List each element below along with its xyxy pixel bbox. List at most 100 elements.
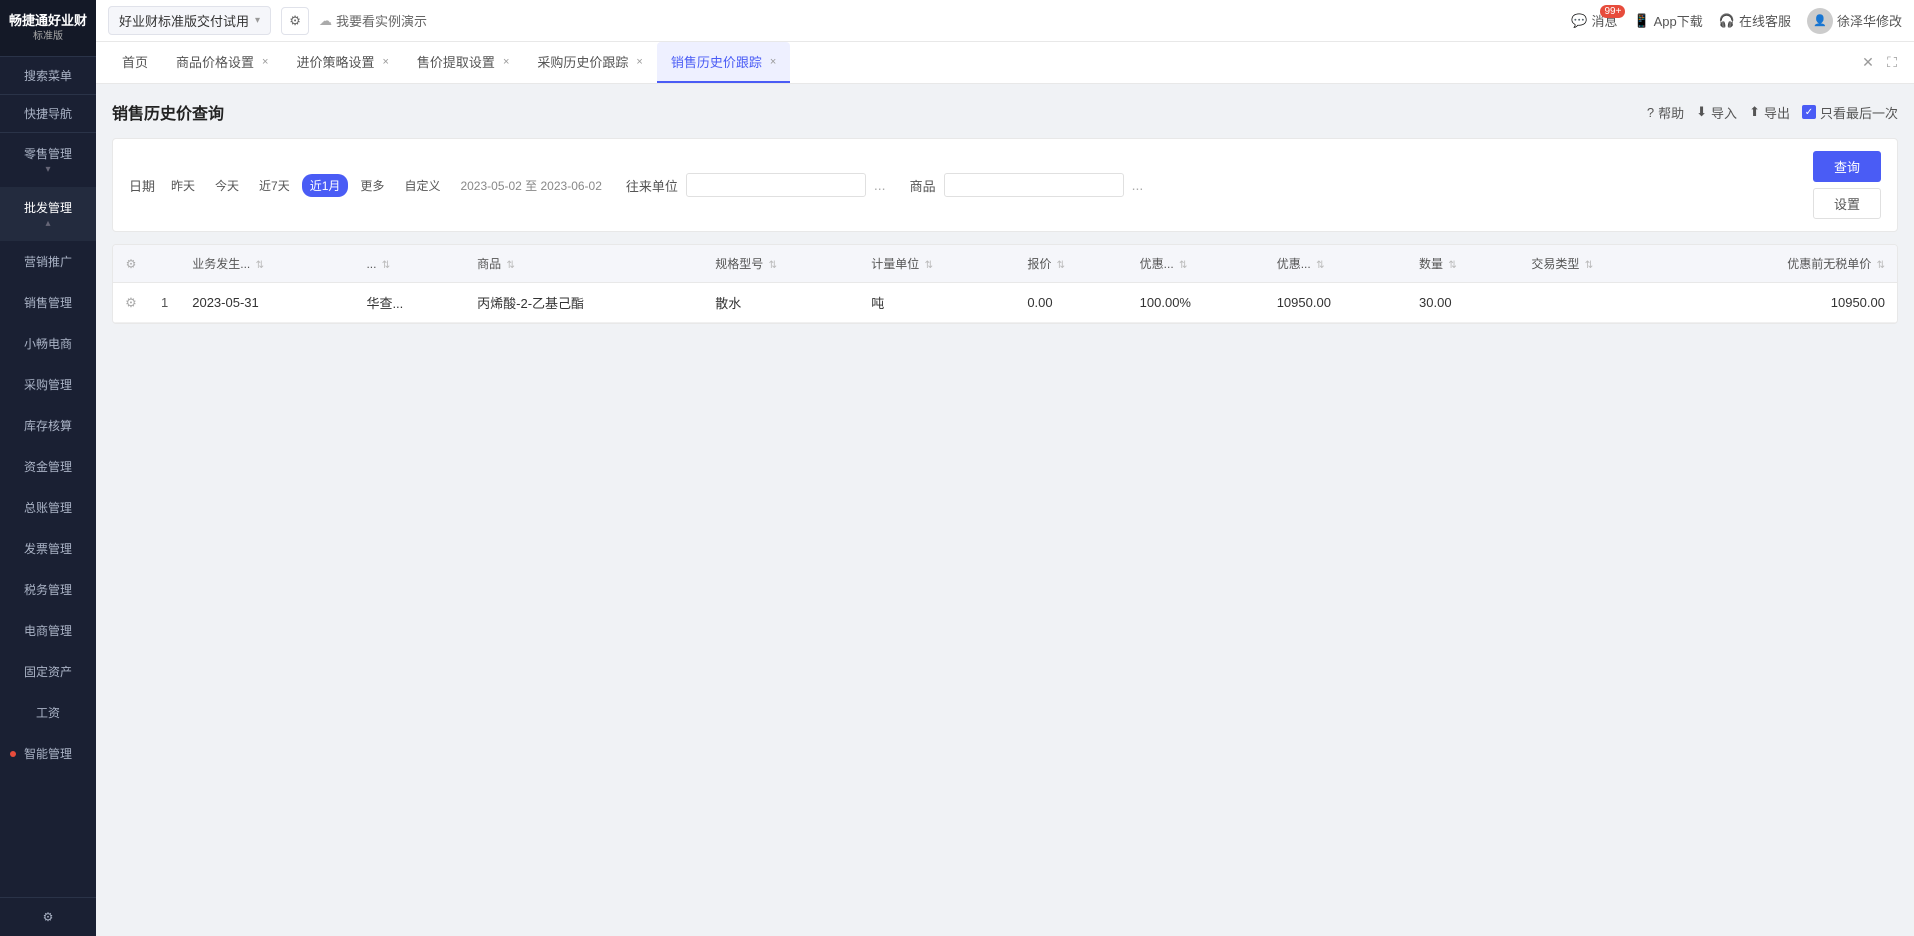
source-input[interactable] [686, 173, 866, 197]
table-header-row: ⚙ 业务发生... ⇅ ... ⇅ 商品 ⇅ [113, 245, 1897, 283]
chevron-down-icon: ▾ [255, 15, 260, 26]
col-biz-date[interactable]: 业务发生... ⇅ [180, 245, 354, 283]
tab-purchase-history-label: 采购历史价跟踪 [537, 52, 628, 71]
col-discount-pct-label: 优惠... [1140, 257, 1174, 271]
col-pretax-price[interactable]: 优惠前无税单价 ⇅ [1675, 245, 1897, 283]
online-service-btn[interactable]: 🎧 在线客服 [1719, 11, 1791, 30]
settings-btn[interactable]: 设置 [1813, 188, 1881, 219]
tab-close-icon[interactable]: × [503, 56, 509, 68]
sidebar-item-label: 采购管理 [24, 376, 72, 393]
row-pretax-price: 10950.00 [1675, 283, 1897, 323]
col-price-label: 报价 [1027, 257, 1051, 271]
tab-sale-price[interactable]: 售价提取设置 × [403, 42, 523, 83]
sidebar-item-sales[interactable]: 销售管理 [0, 282, 96, 323]
sidebar: 畅捷通好业财 标准版 搜索菜单 快捷导航 零售管理 ▾ 批发管理 ▴ 营销推广 … [0, 0, 96, 936]
tab-price[interactable]: 商品价格设置 × [162, 42, 282, 83]
demo-btn[interactable]: ☁ 我要看实例演示 [319, 11, 427, 30]
sort-icon: ⇅ [1877, 260, 1885, 271]
col-tx-type[interactable]: 交易类型 ⇅ [1519, 245, 1675, 283]
product-dots-btn[interactable]: ... [1132, 177, 1144, 193]
sidebar-item-ecommerce-small[interactable]: 小畅电商 [0, 323, 96, 364]
logo-sub: 标准版 [8, 30, 88, 44]
demo-label: 我要看实例演示 [336, 11, 427, 30]
sidebar-item-tax[interactable]: 税务管理 [0, 569, 96, 610]
sidebar-item-fixed-assets[interactable]: 固定资产 [0, 651, 96, 692]
tab-purchase-history[interactable]: 采购历史价跟踪 × [523, 42, 656, 83]
cloud-icon: ☁ [319, 13, 332, 29]
tab-home[interactable]: 首页 [108, 42, 162, 83]
app-download-btn[interactable]: 📱 App下载 [1633, 11, 1702, 30]
headset-icon: 🎧 [1719, 13, 1735, 29]
tab-close-icon[interactable]: × [382, 56, 388, 68]
sidebar-item-smart[interactable]: 智能管理 [0, 733, 96, 774]
sidebar-item-marketing[interactable]: 营销推广 [0, 241, 96, 282]
close-window-btn[interactable]: ✕ [1858, 53, 1878, 73]
avatar: 👤 [1807, 8, 1833, 34]
messages-btn[interactable]: 💬 消息 99+ [1571, 11, 1617, 30]
tab-purchase-strategy[interactable]: 进价策略设置 × [282, 42, 402, 83]
sidebar-item-wholesale[interactable]: 批发管理 ▴ [0, 187, 96, 241]
workspace-settings-btn[interactable]: ⚙ [281, 7, 309, 35]
chevron-up-icon: ▴ [45, 218, 50, 229]
workspace-name: 好业财标准版交付试用 [119, 11, 249, 30]
sidebar-settings-btn[interactable]: ⚙ [0, 897, 96, 936]
product-input[interactable] [944, 173, 1124, 197]
sidebar-item-retail[interactable]: 零售管理 ▾ [0, 133, 96, 187]
tab-sales-history[interactable]: 销售历史价跟踪 × [657, 42, 790, 83]
checkbox-checked-icon: ✓ [1802, 105, 1816, 119]
import-icon: ⬇ [1696, 104, 1707, 120]
sidebar-item-inventory[interactable]: 库存核算 [0, 405, 96, 446]
filter-actions: 查询 设置 [1813, 151, 1881, 219]
gear-icon[interactable]: ⚙ [126, 257, 137, 271]
col-qty[interactable]: 数量 ⇅ [1407, 245, 1519, 283]
sidebar-search[interactable]: 搜索菜单 [0, 57, 96, 95]
date-btn-yesterday[interactable]: 昨天 [163, 174, 203, 197]
col-discount-val-label: 优惠... [1277, 257, 1311, 271]
source-dots-btn[interactable]: ... [874, 177, 886, 193]
query-btn[interactable]: 查询 [1813, 151, 1881, 182]
col-discount-val[interactable]: 优惠... ⇅ [1265, 245, 1407, 283]
sidebar-item-salary[interactable]: 工资 [0, 692, 96, 733]
help-btn[interactable]: ? 帮助 [1647, 103, 1684, 122]
date-btn-custom[interactable]: 自定义 [396, 174, 448, 197]
content-area: 销售历史价查询 ? 帮助 ⬇ 导入 ⬆ 导出 ✓ 只看最后一次 [96, 84, 1914, 936]
date-btn-last1m[interactable]: 近1月 [302, 174, 349, 197]
logo-title: 畅捷通好业财 [8, 12, 88, 30]
date-btn-last7[interactable]: 近7天 [251, 174, 298, 197]
sidebar-item-ecommerce[interactable]: 电商管理 [0, 610, 96, 651]
col-spec-label: 规格型号 [715, 257, 763, 271]
tab-close-icon[interactable]: × [262, 56, 268, 68]
col-price[interactable]: 报价 ⇅ [1015, 245, 1127, 283]
tab-sales-history-label: 销售历史价跟踪 [671, 52, 762, 71]
topbar-right: 💬 消息 99+ 📱 App下载 🎧 在线客服 👤 徐泽华修改 [1571, 8, 1902, 34]
export-btn[interactable]: ⬆ 导出 [1749, 103, 1790, 122]
col-extra[interactable]: ... ⇅ [354, 245, 465, 283]
row-gear[interactable]: ⚙ [113, 283, 149, 323]
tab-close-icon[interactable]: × [636, 56, 642, 68]
sidebar-item-label: 资金管理 [24, 458, 72, 475]
date-btn-more[interactable]: 更多 [352, 174, 392, 197]
maximize-window-btn[interactable]: ⛶ [1882, 53, 1902, 73]
export-icon: ⬆ [1749, 104, 1760, 120]
col-pretax-price-label: 优惠前无税单价 [1787, 257, 1871, 271]
sidebar-logo: 畅捷通好业财 标准版 [0, 0, 96, 57]
sidebar-item-finance[interactable]: 资金管理 [0, 446, 96, 487]
workspace-selector[interactable]: 好业财标准版交付试用 ▾ [108, 6, 271, 35]
import-btn[interactable]: ⬇ 导入 [1696, 103, 1737, 122]
user-menu-btn[interactable]: 👤 徐泽华修改 [1807, 8, 1902, 34]
sidebar-item-purchase[interactable]: 采购管理 [0, 364, 96, 405]
date-filter-group: 日期 昨天 今天 近7天 近1月 更多 自定义 2023-05-02 至 202… [129, 174, 602, 197]
date-btn-today[interactable]: 今天 [207, 174, 247, 197]
col-spec[interactable]: 规格型号 ⇅ [703, 245, 859, 283]
sidebar-quick-nav[interactable]: 快捷导航 [0, 95, 96, 133]
only-last-checkbox-label[interactable]: ✓ 只看最后一次 [1802, 103, 1898, 122]
tab-home-label: 首页 [122, 52, 148, 71]
sidebar-item-label: 电商管理 [24, 622, 72, 639]
sidebar-item-invoice[interactable]: 发票管理 [0, 528, 96, 569]
col-unit[interactable]: 计量单位 ⇅ [859, 245, 1015, 283]
col-product[interactable]: 商品 ⇅ [465, 245, 703, 283]
col-discount-pct[interactable]: 优惠... ⇅ [1128, 245, 1265, 283]
tab-close-icon[interactable]: × [770, 56, 776, 68]
sidebar-item-general-ledger[interactable]: 总账管理 [0, 487, 96, 528]
row-num: 1 [149, 283, 180, 323]
